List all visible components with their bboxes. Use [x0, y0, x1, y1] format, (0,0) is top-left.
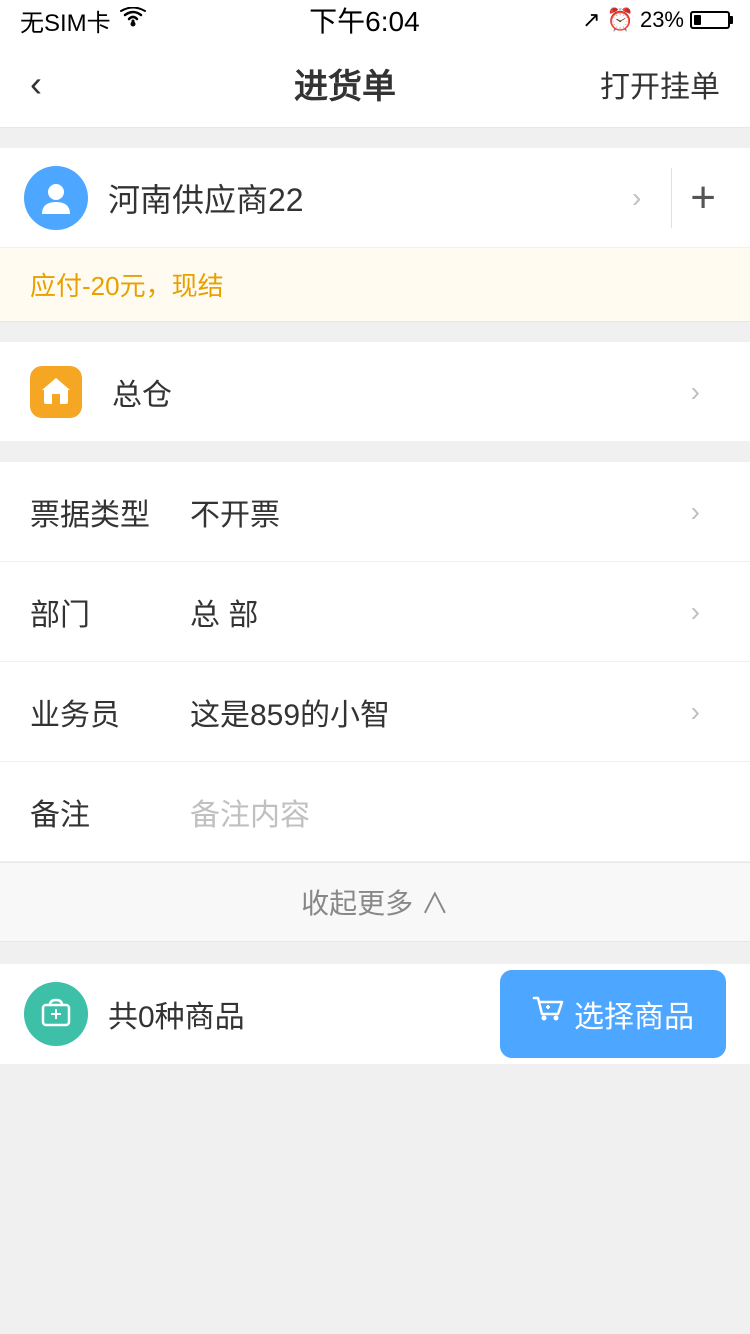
salesperson-row[interactable]: 业务员 这是859的小智 › [0, 662, 750, 762]
cart-icon [532, 996, 564, 1032]
remark-label: 备注 [30, 790, 150, 834]
remark-input[interactable]: 备注内容 [190, 790, 720, 834]
invoice-type-label: 票据类型 [30, 490, 150, 534]
location-icon: ↗ [582, 7, 600, 33]
product-icon-wrap [24, 982, 88, 1046]
department-chevron-icon: › [691, 596, 700, 628]
collapse-row[interactable]: 收起更多 ∧ [0, 862, 750, 942]
section-gap-1 [0, 128, 750, 148]
supplier-avatar [24, 166, 88, 230]
remark-row[interactable]: 备注 备注内容 [0, 762, 750, 862]
nav-bar: ‹ 进货单 打开挂单 [0, 40, 750, 128]
salesperson-value: 这是859的小智 [190, 690, 691, 734]
alarm-icon: ⏰ [607, 7, 634, 33]
battery-icon [690, 11, 730, 29]
invoice-type-chevron-icon: › [691, 496, 700, 528]
section-gap-3 [0, 442, 750, 462]
product-count: 共0种商品 [108, 992, 500, 1036]
status-bar: 无SIM卡 下午6:04 ↗ ⏰ 23% [0, 0, 750, 40]
section-gap-2 [0, 322, 750, 342]
status-right: ↗ ⏰ 23% [582, 7, 730, 33]
invoice-type-row[interactable]: 票据类型 不开票 › [0, 462, 750, 562]
notice-bar: 应付-20元，现结 [0, 248, 750, 322]
supplier-row[interactable]: 河南供应商22 › + [0, 148, 750, 248]
bottom-bar: 共0种商品 选择商品 [0, 964, 750, 1064]
warehouse-row[interactable]: 总仓 › [0, 342, 750, 442]
salesperson-label: 业务员 [30, 690, 150, 734]
warehouse-name: 总仓 [112, 370, 691, 414]
warehouse-chevron-icon: › [691, 376, 700, 408]
open-pending-button[interactable]: 打开挂单 [600, 62, 720, 106]
salesperson-chevron-icon: › [691, 696, 700, 728]
form-section: 票据类型 不开票 › 部门 总 部 › 业务员 这是859的小智 › 备注 备注… [0, 462, 750, 862]
page-title: 进货单 [90, 59, 600, 108]
select-product-button[interactable]: 选择商品 [500, 970, 726, 1058]
back-button[interactable]: ‹ [30, 63, 90, 105]
chevron-right-icon: › [632, 182, 641, 214]
battery-percent: 23% [640, 7, 684, 33]
department-value: 总 部 [190, 590, 691, 634]
carrier-label: 无SIM卡 [20, 3, 111, 38]
warehouse-icon-wrap [30, 366, 82, 418]
main-content: 河南供应商22 › + 应付-20元，现结 总仓 › 票据类型 不开票 › [0, 128, 750, 1334]
status-left: 无SIM卡 [20, 3, 147, 38]
section-gap-4 [0, 942, 750, 962]
supplier-name: 河南供应商22 [108, 175, 632, 221]
vertical-divider [671, 168, 672, 228]
select-product-label: 选择商品 [574, 992, 694, 1036]
department-label: 部门 [30, 590, 150, 634]
department-row[interactable]: 部门 总 部 › [0, 562, 750, 662]
time-label: 下午6:04 [309, 0, 420, 40]
wifi-icon [119, 6, 147, 34]
add-supplier-button[interactable]: + [680, 176, 726, 220]
invoice-type-value: 不开票 [190, 490, 691, 534]
